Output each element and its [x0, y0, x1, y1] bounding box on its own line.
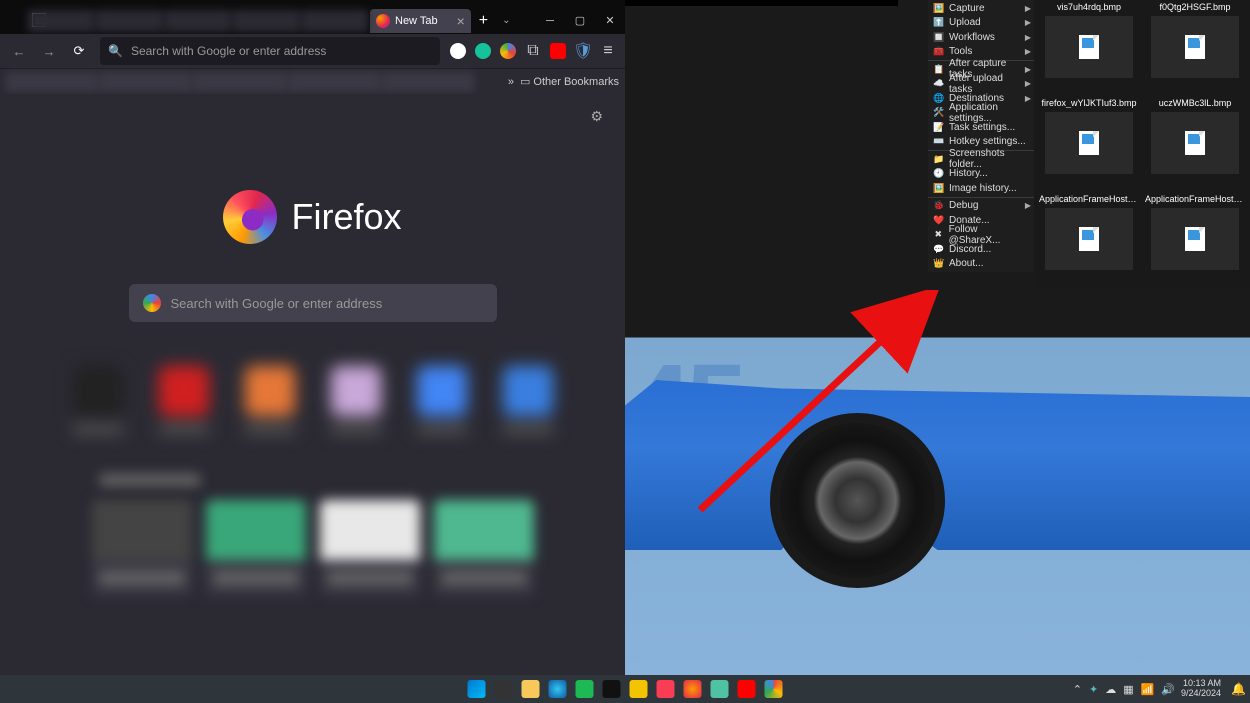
- sharex-menu-item[interactable]: 📁Screenshots folder...: [928, 152, 1034, 167]
- taskbar-explorer[interactable]: [519, 677, 543, 701]
- app-menu-button[interactable]: ≡: [597, 40, 619, 62]
- taskbar-start[interactable]: [465, 677, 489, 701]
- background-window-title-bar: [620, 0, 898, 6]
- tab-close-button[interactable]: ×: [457, 13, 465, 29]
- url-bar[interactable]: 🔍: [100, 37, 440, 65]
- maximize-button[interactable]: ▢: [565, 7, 595, 34]
- sharex-menu-item[interactable]: 🕘History...: [928, 167, 1034, 182]
- sharex-menu-item[interactable]: 🧰Tools▶: [928, 45, 1034, 60]
- notifications-icon[interactable]: 🔔: [1231, 682, 1246, 696]
- taskbar-edge[interactable]: [546, 677, 570, 701]
- screenshot-file[interactable]: f0Qtg2HSGF.bmp: [1142, 0, 1248, 96]
- close-button[interactable]: ✕: [595, 7, 625, 34]
- sharex-menu-item[interactable]: 📝Task settings...: [928, 120, 1034, 135]
- screenshot-file[interactable]: firefox_wYlJKTIuf3.bmp: [1036, 96, 1142, 192]
- taskbar-app10[interactable]: [708, 677, 732, 701]
- screenshot-file[interactable]: vis7uh4rdq.bmp: [1036, 0, 1142, 96]
- tray-overflow-icon[interactable]: ⌃: [1073, 683, 1082, 696]
- screenshot-file[interactable]: ApplicationFrameHost_Kd...: [1142, 192, 1248, 288]
- new-tab-search-bar[interactable]: [129, 284, 497, 322]
- bookmarks-overflow-icon[interactable]: »: [508, 76, 514, 88]
- sharex-menu-item[interactable]: 👑About...: [928, 257, 1034, 272]
- top-sites: [67, 366, 559, 444]
- sharex-menu-item[interactable]: ☁️After upload tasks▶: [928, 77, 1034, 92]
- sharex-menu-item[interactable]: 🐞Debug▶: [928, 199, 1034, 214]
- new-tab-page: ⚙ Firefox: [0, 94, 625, 675]
- sharex-menu-item[interactable]: 🛠️Application settings...: [928, 106, 1034, 121]
- forward-button[interactable]: →: [36, 38, 62, 64]
- new-tab-button[interactable]: +: [471, 12, 496, 30]
- sharex-menu-item[interactable]: 🖼️Image history...: [928, 181, 1034, 196]
- taskbar-spotify[interactable]: [573, 677, 597, 701]
- screenshot-file[interactable]: uczWMBc3lL.bmp: [1142, 96, 1248, 192]
- taskbar-apple-music[interactable]: [654, 677, 678, 701]
- firefox-wordmark: Firefox: [291, 196, 401, 238]
- tab-new-tab[interactable]: New Tab ×: [370, 9, 471, 33]
- wallpaper-wheel: [770, 413, 945, 588]
- pocket-header-blurred: [100, 474, 520, 488]
- minimize-button[interactable]: ─: [535, 7, 565, 34]
- navigation-toolbar: ← → ⟳ 🔍 ⧉ 🛡 ≡: [0, 34, 625, 68]
- tray-network-icon[interactable]: 📶: [1141, 683, 1155, 696]
- firefox-favicon-icon: [376, 14, 390, 28]
- taskbar-chrome[interactable]: [762, 677, 786, 701]
- back-button[interactable]: ←: [6, 38, 32, 64]
- extension-youtube[interactable]: [547, 40, 569, 62]
- system-clock[interactable]: 10:13 AM 9/24/2024: [1181, 679, 1221, 699]
- tab-title: New Tab: [395, 15, 438, 27]
- sharex-menu-item[interactable]: 💬Discord...: [928, 242, 1034, 257]
- extension-shield[interactable]: 🛡: [572, 40, 594, 62]
- taskbar-youtube[interactable]: [735, 677, 759, 701]
- windows-taskbar[interactable]: ⌃ ✦ ☁ ▦ 📶 🔊 10:13 AM 9/24/2024 🔔: [0, 675, 1250, 703]
- customize-gear-icon[interactable]: ⚙: [590, 108, 603, 125]
- tray-onedrive-icon[interactable]: ☁: [1105, 683, 1116, 696]
- blurred-bookmarks: [6, 72, 474, 92]
- pocket-cards-blurred: [92, 500, 534, 596]
- sharex-menu-item[interactable]: ⬆️Upload▶: [928, 16, 1034, 31]
- tab-bar[interactable]: ◧ New Tab × + ⌄ ─ ▢ ✕: [0, 7, 625, 34]
- extensions-button[interactable]: ⧉: [522, 40, 544, 62]
- taskbar-app6[interactable]: [600, 677, 624, 701]
- extension-1[interactable]: [447, 40, 469, 62]
- sharex-tray-menu[interactable]: 🖼️Capture▶⬆️Upload▶🔲Workflows▶🧰Tools▶📋Af…: [928, 0, 1034, 272]
- sharex-menu-item[interactable]: ⌨️Hotkey settings...: [928, 135, 1034, 150]
- url-input[interactable]: [131, 44, 432, 58]
- screenshot-file[interactable]: ApplicationFrameHost_Gc...: [1036, 192, 1142, 288]
- tray-icon-3[interactable]: ▦: [1123, 683, 1133, 696]
- sharex-menu-item[interactable]: ✖Follow @ShareX...: [928, 228, 1034, 243]
- other-bookmarks-folder[interactable]: ▭ Other Bookmarks: [520, 75, 619, 88]
- bookmarks-toolbar: » ▭ Other Bookmarks: [0, 68, 625, 94]
- taskbar-firefox[interactable]: [681, 677, 705, 701]
- taskbar-app7[interactable]: [627, 677, 651, 701]
- firefox-window: ◧ New Tab × + ⌄ ─ ▢ ✕ ← → ⟳ 🔍 ⧉: [0, 0, 625, 675]
- google-icon: [143, 294, 161, 312]
- extension-3[interactable]: [497, 40, 519, 62]
- sharex-menu-item[interactable]: 🔲Workflows▶: [928, 30, 1034, 45]
- firefox-logo-icon: [223, 190, 277, 244]
- firefox-logo: Firefox: [223, 190, 401, 244]
- extension-grammarly[interactable]: [472, 40, 494, 62]
- blurred-tabs: [28, 10, 368, 32]
- tray-volume-icon[interactable]: 🔊: [1161, 683, 1175, 696]
- search-icon: 🔍: [108, 44, 123, 58]
- reload-button[interactable]: ⟳: [66, 38, 92, 64]
- sharex-main-window[interactable]: vis7uh4rdq.bmpf0Qtg2HSGF.bmpfirefox_wYlJ…: [1034, 0, 1250, 288]
- new-tab-search-input[interactable]: [171, 296, 483, 311]
- sharex-menu-item[interactable]: 🖼️Capture▶: [928, 1, 1034, 16]
- taskbar-search[interactable]: [492, 677, 516, 701]
- tray-icon-1[interactable]: ✦: [1089, 683, 1098, 696]
- tab-overflow-button[interactable]: ⌄: [496, 15, 516, 26]
